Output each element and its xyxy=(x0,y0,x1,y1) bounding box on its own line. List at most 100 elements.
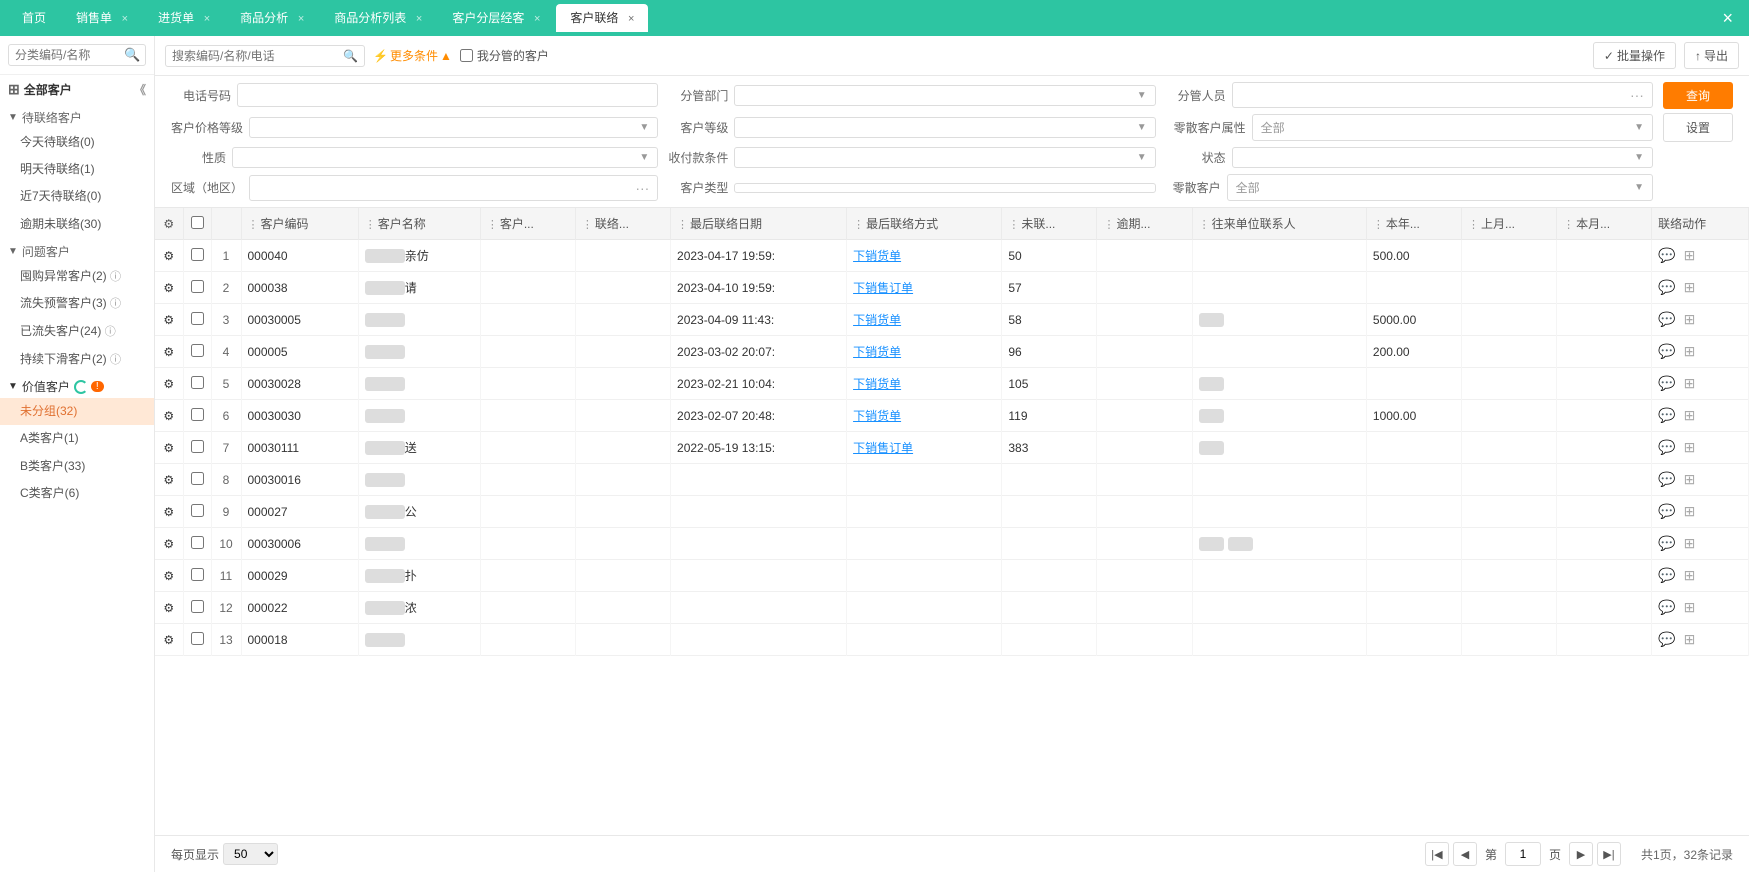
close-customer-segment-tab[interactable]: × xyxy=(534,13,540,25)
sidebar-item-hoard-abnormal[interactable]: 囤购异常客户(2) ⓘ xyxy=(0,263,154,291)
region-select[interactable]: ··· xyxy=(249,175,658,201)
action-grid-icon[interactable]: ⊞ xyxy=(1684,247,1696,264)
page-next-button[interactable]: ▶ xyxy=(1569,842,1593,866)
sidebar-item-class-c[interactable]: C类客户(6) xyxy=(0,480,154,507)
contact-method-link[interactable]: 下销货单 xyxy=(853,313,901,327)
sidebar-item-churn-warning[interactable]: 流失预警客户(3) ⓘ xyxy=(0,290,154,318)
row-checkbox[interactable] xyxy=(191,504,204,517)
dept-select[interactable]: ▼ xyxy=(734,85,1155,106)
row-checkbox[interactable] xyxy=(191,376,204,389)
query-button[interactable]: 查询 xyxy=(1663,82,1733,109)
export-button[interactable]: ↑ 导出 xyxy=(1684,42,1739,69)
action-grid-icon[interactable]: ⊞ xyxy=(1684,599,1696,616)
close-product-analysis-list-tab[interactable]: × xyxy=(416,13,422,25)
phone-input[interactable] xyxy=(237,83,658,107)
row-checkbox[interactable] xyxy=(191,408,204,421)
page-prev-button[interactable]: ◀ xyxy=(1453,842,1477,866)
action-comment-icon[interactable]: 💬 xyxy=(1658,535,1675,552)
person-dots[interactable]: ··· xyxy=(1630,87,1644,103)
row-checkbox[interactable] xyxy=(191,440,204,453)
contact-method-link[interactable]: 下销货单 xyxy=(853,377,901,391)
retail-attr-select[interactable]: 全部 ▼ xyxy=(1252,114,1653,141)
action-grid-icon[interactable]: ⊞ xyxy=(1684,311,1696,328)
action-comment-icon[interactable]: 💬 xyxy=(1658,471,1675,488)
row-checkbox[interactable] xyxy=(191,344,204,357)
price-level-select[interactable]: ▼ xyxy=(249,117,658,138)
row-settings[interactable]: ⚙ xyxy=(155,560,183,592)
row-settings[interactable]: ⚙ xyxy=(155,624,183,656)
action-grid-icon[interactable]: ⊞ xyxy=(1684,439,1696,456)
close-purchase-tab[interactable]: × xyxy=(204,13,210,25)
contact-method-link[interactable]: 下销售订单 xyxy=(853,441,913,455)
sidebar-item-ungrouped[interactable]: 未分组(32) xyxy=(0,398,154,425)
action-comment-icon[interactable]: 💬 xyxy=(1658,279,1675,296)
customer-level-select[interactable]: ▼ xyxy=(734,117,1155,138)
action-comment-icon[interactable]: 💬 xyxy=(1658,439,1675,456)
action-grid-icon[interactable]: ⊞ xyxy=(1684,535,1696,552)
payment-select[interactable]: ▼ xyxy=(734,147,1155,168)
select-all-checkbox[interactable] xyxy=(191,216,204,229)
sidebar-item-7days-pending[interactable]: 近7天待联络(0) xyxy=(0,183,154,210)
row-settings[interactable]: ⚙ xyxy=(155,496,183,528)
collapse-icon[interactable]: 《 xyxy=(134,81,146,98)
sidebar-item-declining[interactable]: 持续下滑客户(2) ⓘ xyxy=(0,346,154,374)
row-checkbox[interactable] xyxy=(191,472,204,485)
page-first-button[interactable]: |◀ xyxy=(1425,842,1449,866)
row-settings[interactable]: ⚙ xyxy=(155,400,183,432)
reset-button[interactable]: 设置 xyxy=(1663,113,1733,142)
row-settings[interactable]: ⚙ xyxy=(155,432,183,464)
row-checkbox[interactable] xyxy=(191,280,204,293)
row-settings[interactable]: ⚙ xyxy=(155,304,183,336)
filter-search-input[interactable] xyxy=(172,49,343,63)
row-settings[interactable]: ⚙ xyxy=(155,240,183,272)
retail-customer-select[interactable]: 全部 ▼ xyxy=(1227,174,1653,201)
row-settings[interactable]: ⚙ xyxy=(155,272,183,304)
sidebar-item-churned[interactable]: 已流失客户(24) ⓘ xyxy=(0,318,154,346)
action-grid-icon[interactable]: ⊞ xyxy=(1684,407,1696,424)
action-comment-icon[interactable]: 💬 xyxy=(1658,567,1675,584)
action-comment-icon[interactable]: 💬 xyxy=(1658,407,1675,424)
close-sales-tab[interactable]: × xyxy=(122,13,128,25)
action-grid-icon[interactable]: ⊞ xyxy=(1684,343,1696,360)
row-checkbox[interactable] xyxy=(191,312,204,325)
row-checkbox[interactable] xyxy=(191,536,204,549)
sidebar-item-tomorrow-pending[interactable]: 明天待联络(1) xyxy=(0,156,154,183)
per-page-select[interactable]: 50 100 200 xyxy=(223,843,278,865)
row-checkbox[interactable] xyxy=(191,248,204,261)
sidebar-all-customers[interactable]: ⊞ 全部客户 《 xyxy=(0,75,154,104)
tab-customer-contact[interactable]: 客户联络 × xyxy=(556,4,648,32)
row-settings[interactable]: ⚙ xyxy=(155,592,183,624)
tab-product-analysis-list[interactable]: 商品分析列表 × xyxy=(320,4,436,32)
action-comment-icon[interactable]: 💬 xyxy=(1658,503,1675,520)
row-checkbox[interactable] xyxy=(191,568,204,581)
my-customers-checkbox[interactable] xyxy=(460,49,473,62)
action-grid-icon[interactable]: ⊞ xyxy=(1684,503,1696,520)
action-grid-icon[interactable]: ⊞ xyxy=(1684,567,1696,584)
action-grid-icon[interactable]: ⊞ xyxy=(1684,375,1696,392)
tab-product-analysis[interactable]: 商品分析 × xyxy=(226,4,318,32)
close-product-analysis-tab[interactable]: × xyxy=(298,13,304,25)
more-conditions-button[interactable]: ⚡ 更多条件 ▲ xyxy=(373,47,452,64)
batch-operation-button[interactable]: ✓ 批量操作 xyxy=(1593,42,1676,69)
refresh-icon[interactable] xyxy=(74,380,88,394)
contact-method-link[interactable]: 下销货单 xyxy=(853,409,901,423)
col-settings[interactable]: ⚙ xyxy=(155,208,183,240)
tab-home[interactable]: 首页 xyxy=(8,4,60,32)
row-settings[interactable]: ⚙ xyxy=(155,464,183,496)
tab-purchase[interactable]: 进货单 × xyxy=(144,4,224,32)
region-dots[interactable]: ··· xyxy=(635,180,649,196)
contact-method-link[interactable]: 下销货单 xyxy=(853,345,901,359)
action-grid-icon[interactable]: ⊞ xyxy=(1684,471,1696,488)
action-comment-icon[interactable]: 💬 xyxy=(1658,375,1675,392)
close-customer-contact-tab[interactable]: × xyxy=(628,13,634,25)
person-select[interactable]: ··· xyxy=(1232,82,1653,108)
sidebar-item-class-b[interactable]: B类客户(33) xyxy=(0,453,154,480)
page-last-button[interactable]: ▶| xyxy=(1597,842,1621,866)
action-grid-icon[interactable]: ⊞ xyxy=(1684,631,1696,648)
page-number-input[interactable] xyxy=(1505,842,1541,866)
tab-customer-segment[interactable]: 客户分层经客 × xyxy=(438,4,554,32)
status-select[interactable]: ▼ xyxy=(1232,147,1653,168)
action-comment-icon[interactable]: 💬 xyxy=(1658,247,1675,264)
action-comment-icon[interactable]: 💬 xyxy=(1658,343,1675,360)
row-checkbox[interactable] xyxy=(191,600,204,613)
